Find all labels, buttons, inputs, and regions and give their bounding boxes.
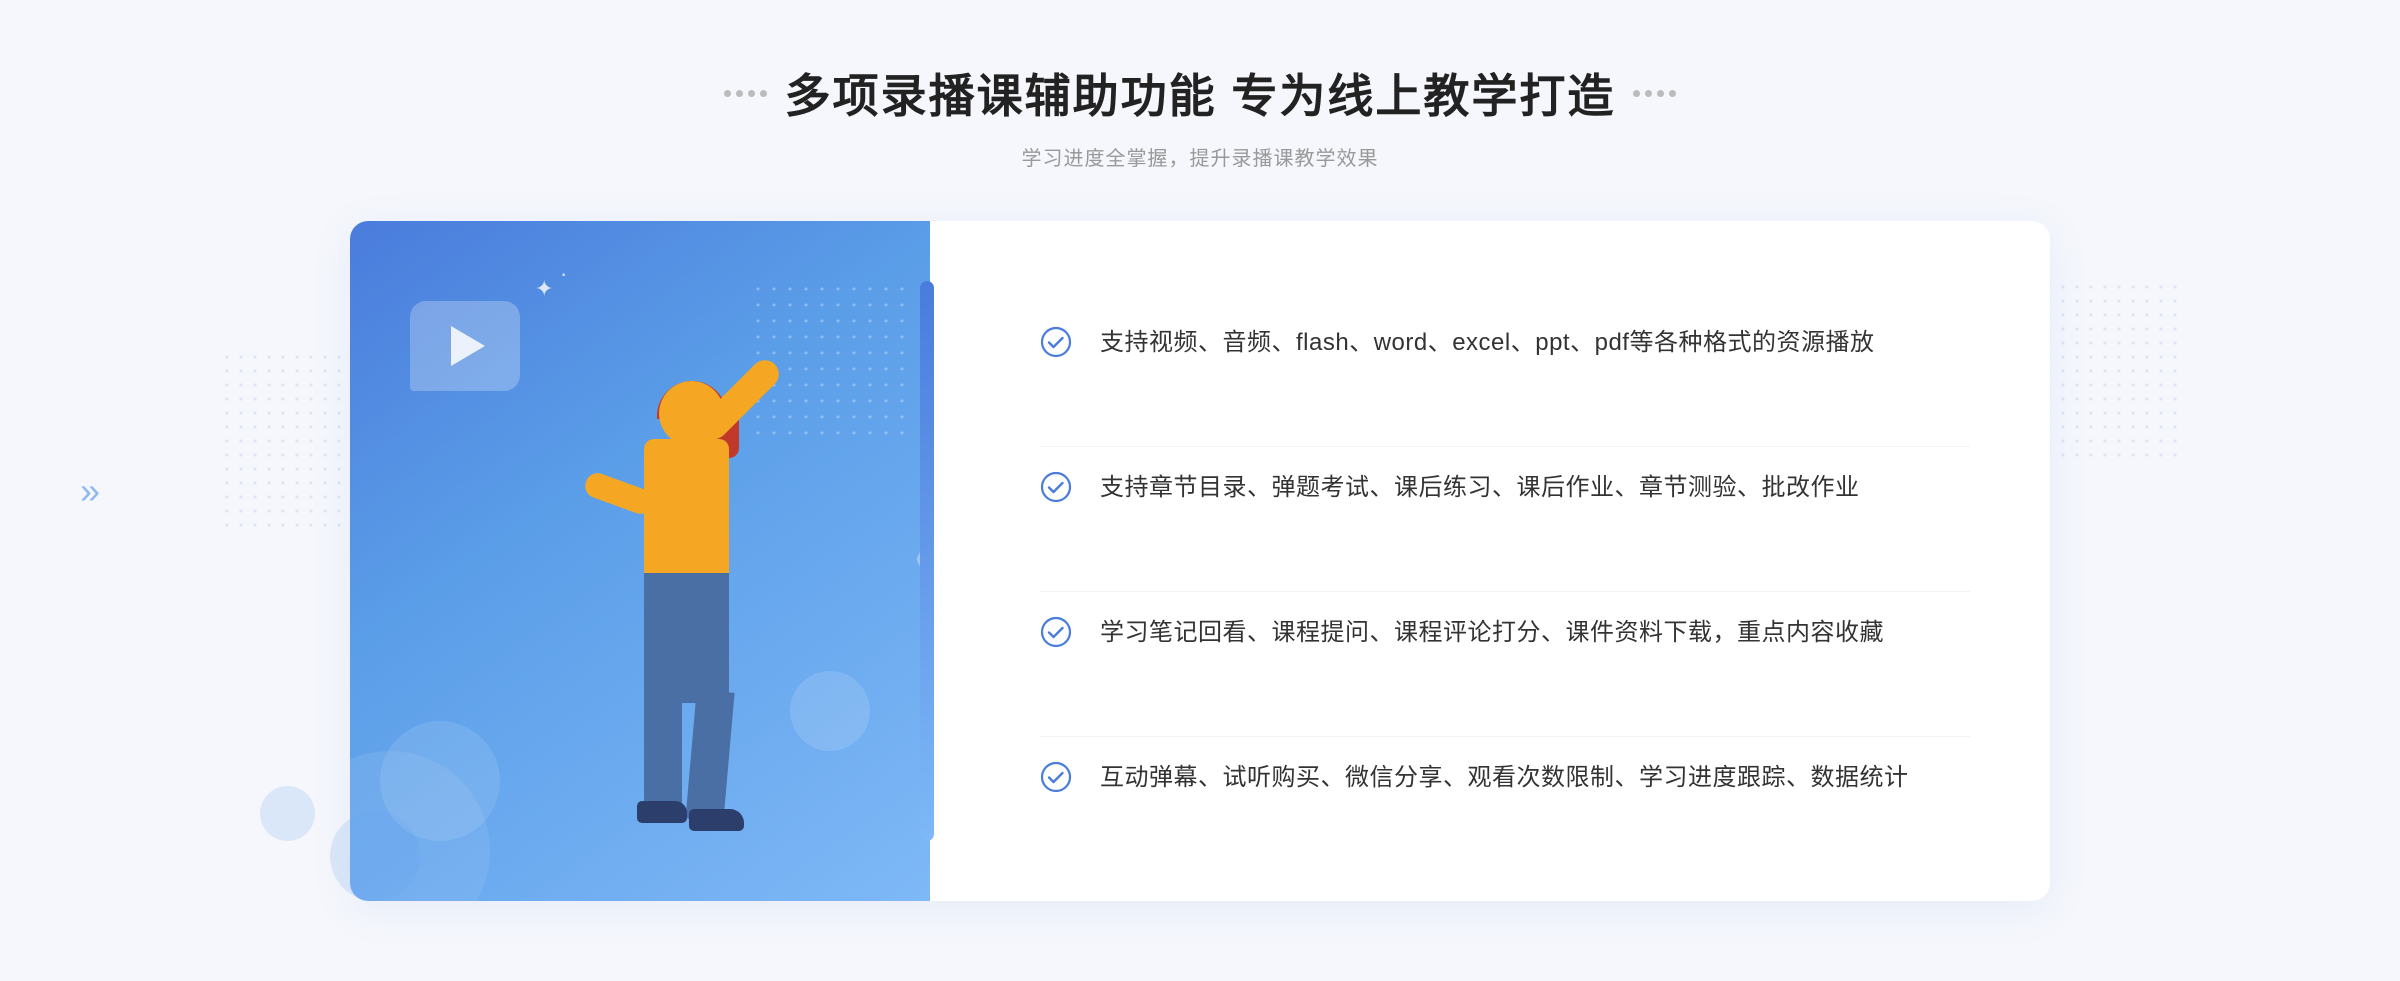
dot <box>1633 90 1640 97</box>
title-dots-left <box>724 90 767 97</box>
dot <box>1645 90 1652 97</box>
subtitle: 学习进度全掌握，提升录播课教学效果 <box>724 142 1677 171</box>
dot <box>760 90 767 97</box>
feature-text-2: 支持章节目录、弹题考试、课后练习、课后作业、章节测验、批改作业 <box>1100 469 1860 507</box>
arrow-left-decoration: » <box>80 470 100 512</box>
feature-item-3: 学习笔记回看、课程提问、课程评论打分、课件资料下载，重点内容收藏 <box>1040 591 1970 675</box>
feature-item-1: 支持视频、音频、flash、word、excel、ppt、pdf等各种格式的资源… <box>1040 302 1970 385</box>
card-sidebar-strip <box>920 281 934 841</box>
illustration-area: 《 ✦ · <box>350 221 930 901</box>
features-area: 支持视频、音频、flash、word、excel、ppt、pdf等各种格式的资源… <box>930 221 2050 901</box>
feature-text-4: 互动弹幕、试听购买、微信分享、观看次数限制、学习进度跟踪、数据统计 <box>1100 759 1909 797</box>
dot <box>724 90 731 97</box>
header-section: 多项录播课辅助功能 专为线上教学打造 学习进度全掌握，提升录播课教学效果 <box>724 60 1677 171</box>
check-icon-3 <box>1040 616 1072 653</box>
feature-text-3: 学习笔记回看、课程提问、课程评论打分、课件资料下载，重点内容收藏 <box>1100 614 1884 652</box>
sparkle-icon-2: · <box>560 261 567 287</box>
dot <box>736 90 743 97</box>
person-shoe-right <box>689 809 744 831</box>
main-title: 多项录播课辅助功能 专为线上教学打造 <box>785 60 1616 126</box>
person-leg-right <box>685 690 734 823</box>
dot <box>748 90 755 97</box>
check-icon-4 <box>1040 761 1072 798</box>
play-bubble <box>410 301 520 391</box>
play-triangle-icon <box>451 326 485 366</box>
feature-text-1: 支持视频、音频、flash、word、excel、ppt、pdf等各种格式的资源… <box>1100 324 1874 362</box>
dot <box>1669 90 1676 97</box>
sparkle-icon-1: ✦ <box>535 276 553 302</box>
title-row: 多项录播课辅助功能 专为线上教学打造 <box>724 60 1677 126</box>
dot <box>1657 90 1664 97</box>
feature-item-2: 支持章节目录、弹题考试、课后练习、课后作业、章节测验、批改作业 <box>1040 446 1970 530</box>
deco-circle-2 <box>260 786 315 841</box>
feature-item-4: 互动弹幕、试听购买、微信分享、观看次数限制、学习进度跟踪、数据统计 <box>1040 736 1970 820</box>
deco-circle-1 <box>330 811 420 901</box>
check-icon-1 <box>1040 326 1072 363</box>
title-dots-right <box>1633 90 1676 97</box>
person-body <box>644 439 729 579</box>
page-container: » 多项录播课辅助功能 专为线上教学打造 学习进度全掌握，提升录播课教学效果 <box>0 0 2400 981</box>
person-leg-left <box>644 691 682 811</box>
check-icon-2 <box>1040 471 1072 508</box>
person-figure <box>549 381 809 901</box>
person-shoe-left <box>637 801 687 823</box>
content-card: 《 ✦ · <box>350 221 2050 901</box>
person-pants <box>644 573 729 703</box>
